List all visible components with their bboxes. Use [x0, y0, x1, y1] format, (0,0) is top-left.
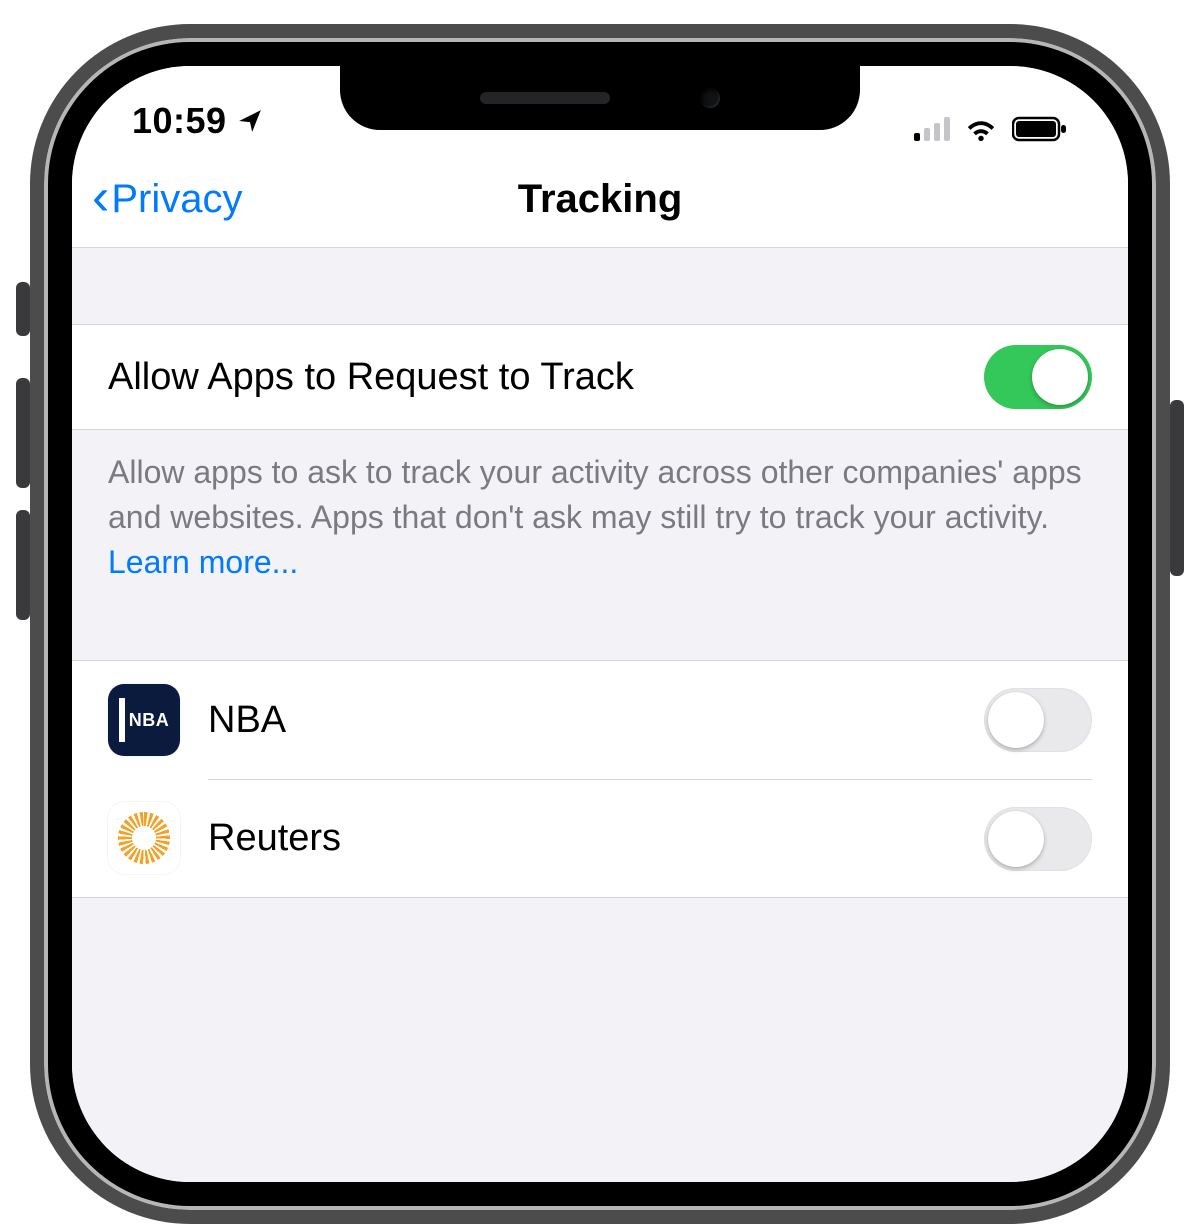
- status-left: 10:59: [132, 100, 263, 142]
- device-mute-switch: [16, 282, 30, 336]
- device-volume-up: [16, 378, 30, 488]
- toggle-knob: [1032, 349, 1088, 405]
- reuters-app-icon: [108, 802, 180, 874]
- status-time: 10:59: [132, 100, 227, 142]
- allow-apps-to-request-toggle[interactable]: [984, 345, 1092, 409]
- learn-more-link[interactable]: Learn more...: [108, 544, 298, 580]
- location-services-icon: [237, 108, 263, 134]
- content: Allow Apps to Request to Track Allow app…: [72, 248, 1128, 1182]
- front-camera: [700, 88, 720, 108]
- device-notch: [340, 66, 860, 130]
- section-footer-text: Allow apps to ask to track your activity…: [108, 454, 1082, 535]
- wifi-icon: [964, 116, 998, 142]
- cellular-signal-icon: [914, 117, 950, 141]
- speaker-grille: [480, 92, 610, 104]
- toggle-knob: [988, 811, 1044, 867]
- allow-apps-to-request-label: Allow Apps to Request to Track: [108, 356, 984, 399]
- allow-apps-to-request-cell[interactable]: Allow Apps to Request to Track: [72, 324, 1128, 430]
- nba-tracking-toggle[interactable]: [984, 688, 1092, 752]
- device-bezel: 10:59: [54, 48, 1146, 1200]
- app-name-label: Reuters: [208, 817, 984, 860]
- navigation-bar: ‹ Privacy Tracking: [72, 152, 1128, 248]
- section-spacer: [72, 248, 1128, 324]
- device-frame: 10:59: [30, 24, 1170, 1224]
- device-side-button: [1170, 400, 1184, 576]
- toggle-knob: [988, 692, 1044, 748]
- device-volume-down: [16, 510, 30, 620]
- app-row-reuters[interactable]: Reuters: [72, 779, 1128, 897]
- app-tracking-list: NBA NBA R: [72, 660, 1128, 898]
- status-right: [914, 116, 1068, 142]
- screen: 10:59: [72, 66, 1128, 1182]
- battery-icon: [1012, 116, 1068, 142]
- page-title: Tracking: [72, 152, 1128, 247]
- nba-app-icon: NBA: [108, 684, 180, 756]
- app-row-nba[interactable]: NBA NBA: [72, 661, 1128, 779]
- section-footer: Allow apps to ask to track your activity…: [72, 430, 1128, 584]
- reuters-tracking-toggle[interactable]: [984, 807, 1092, 871]
- app-name-label: NBA: [208, 699, 984, 742]
- section-spacer: [72, 584, 1128, 660]
